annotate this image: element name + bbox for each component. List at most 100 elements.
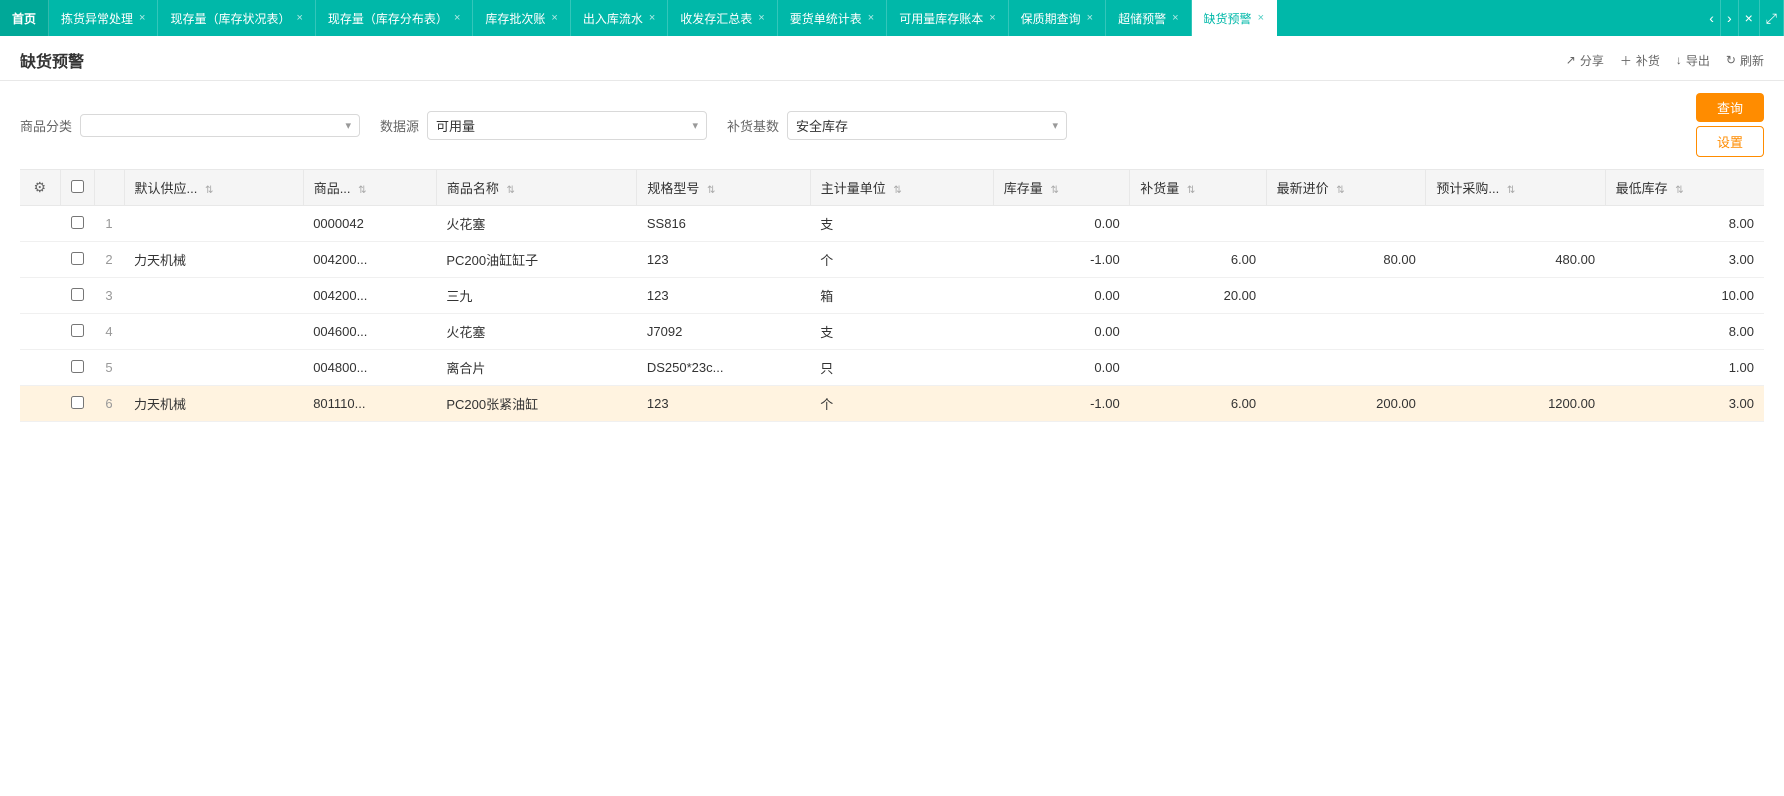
cell-unit-3: 支 [810,314,993,350]
tab-defect-processing[interactable]: 拣货异常处理 × [49,0,158,36]
tab-close-all-btn[interactable]: × [1739,0,1760,36]
row-checkbox-1[interactable] [71,252,84,265]
share-button[interactable]: ↗ 分享 [1566,52,1604,69]
row-checkbox-2[interactable] [71,288,84,301]
tab-prev-btn[interactable]: ‹ [1703,0,1721,36]
cell-checkbox-2[interactable] [60,278,94,314]
settings-button[interactable]: 设置 [1696,126,1764,157]
query-button[interactable]: 查询 [1696,93,1764,122]
close-tab-recv[interactable]: × [758,12,764,24]
tab-batch-account[interactable]: 库存批次账 × [473,0,570,36]
cell-checkbox-0[interactable] [60,206,94,242]
row-checkbox-5[interactable] [71,396,84,409]
filter-bar: 商品分类 ▾ 数据源 可用量 ▾ 补货基数 安全库存 ▾ 查询 设置 [0,81,1784,169]
replenish-button[interactable]: ＋ 补货 [1620,52,1660,69]
cell-product-name-1: PC200油缸缸子 [436,242,637,278]
th-unit: 主计量单位 ⇅ [810,170,993,206]
cell-stock-0: 0.00 [993,206,1129,242]
replenish-base-label: 补货基数 [727,116,779,135]
sort-product-code-icon[interactable]: ⇅ [358,185,366,196]
replenish-base-value: 安全库存 [796,116,848,135]
th-supplier-label: 默认供应... [135,181,198,196]
close-tab-shortage[interactable]: × [1258,12,1264,24]
tab-recv-summary[interactable]: 收发存汇总表 × [668,0,777,36]
row-checkbox-0[interactable] [71,216,84,229]
tab-shortage[interactable]: 缺货预警 × [1192,0,1277,36]
close-tab-inventory-status[interactable]: × [296,12,302,24]
th-latest-price: 最新进价 ⇅ [1266,170,1426,206]
share-icon: ↗ [1566,53,1576,67]
cell-supplier-1: 力天机械 [124,242,303,278]
replenish-base-select[interactable]: 安全库存 ▾ [787,111,1067,140]
close-tab-available[interactable]: × [989,12,995,24]
select-all-checkbox[interactable] [71,180,84,193]
settings-gear-icon[interactable]: ⚙ [33,179,46,196]
replenish-label: 补货 [1636,52,1660,69]
table-row: 3 004200... 三九 123 箱 0.00 20.00 10.00 [20,278,1764,314]
tab-overstock[interactable]: 超储预警 × [1106,0,1191,36]
tab-fullscreen-btn[interactable]: ⤢ [1760,0,1784,36]
cell-settings-5 [20,386,60,422]
sort-est-purchase-icon[interactable]: ⇅ [1507,185,1515,196]
tab-inventory-dist-label: 现存量（库存分布表） [328,10,448,27]
main-content: 缺货预警 ↗ 分享 ＋ 补货 ↓ 导出 ↻ 刷新 商品分类 [0,36,1784,796]
close-tab-order[interactable]: × [868,12,874,24]
cell-product-code-5: 801110... [303,386,436,422]
cell-unit-1: 个 [810,242,993,278]
category-select[interactable]: ▾ [80,114,360,137]
cell-replenish-4 [1130,350,1266,386]
tab-available-ledger[interactable]: 可用量库存账本 × [887,0,1008,36]
th-replenish: 补货量 ⇅ [1130,170,1266,206]
header-actions: ↗ 分享 ＋ 补货 ↓ 导出 ↻ 刷新 [1566,52,1764,69]
cell-product-code-2: 004200... [303,278,436,314]
th-est-purchase-label: 预计采购... [1436,181,1499,196]
cell-replenish-3 [1130,314,1266,350]
sort-spec-icon[interactable]: ⇅ [707,185,715,196]
close-tab-batch[interactable]: × [551,12,557,24]
table-row: 6 力天机械 801110... PC200张紧油缸 123 个 -1.00 6… [20,386,1764,422]
refresh-button[interactable]: ↻ 刷新 [1726,52,1764,69]
tab-next-btn[interactable]: › [1721,0,1739,36]
cell-settings-1 [20,242,60,278]
sort-latest-price-icon[interactable]: ⇅ [1336,185,1344,196]
datasource-value: 可用量 [436,116,475,135]
cell-index-0: 1 [94,206,124,242]
row-checkbox-4[interactable] [71,360,84,373]
cell-checkbox-5[interactable] [60,386,94,422]
close-tab-inventory-dist[interactable]: × [454,12,460,24]
tab-shortage-label: 缺货预警 [1204,10,1252,27]
row-checkbox-3[interactable] [71,324,84,337]
tab-inout-flow[interactable]: 出入库流水 × [571,0,668,36]
tab-inventory-status[interactable]: 现存量（库存状况表） × [158,0,315,36]
data-table: ⚙ 默认供应... ⇅ 商品... ⇅ 商品名称 [20,169,1764,422]
close-tab-expire[interactable]: × [1087,12,1093,24]
close-tab-overstock[interactable]: × [1172,12,1178,24]
th-settings[interactable]: ⚙ [20,170,60,206]
cell-checkbox-3[interactable] [60,314,94,350]
sort-supplier-icon[interactable]: ⇅ [205,185,213,196]
datasource-select[interactable]: 可用量 ▾ [427,111,707,140]
tab-expire-query[interactable]: 保质期查询 × [1009,0,1106,36]
cell-supplier-5: 力天机械 [124,386,303,422]
sort-product-name-icon[interactable]: ⇅ [507,185,515,196]
tab-inventory-dist[interactable]: 现存量（库存分布表） × [316,0,473,36]
cell-replenish-1: 6.00 [1130,242,1266,278]
cell-min-stock-0: 8.00 [1605,206,1764,242]
sort-replenish-icon[interactable]: ⇅ [1187,185,1195,196]
sort-unit-icon[interactable]: ⇅ [893,185,901,196]
tab-home[interactable]: 首页 [0,0,49,36]
close-tab-inout[interactable]: × [649,12,655,24]
tab-order-stats[interactable]: 要货单统计表 × [778,0,887,36]
th-min-stock-label: 最低库存 [1616,181,1668,196]
table-row: 2 力天机械 004200... PC200油缸缸子 123 个 -1.00 6… [20,242,1764,278]
sort-min-stock-icon[interactable]: ⇅ [1675,185,1683,196]
sort-stock-icon[interactable]: ⇅ [1050,185,1058,196]
cell-checkbox-4[interactable] [60,350,94,386]
export-button[interactable]: ↓ 导出 [1676,52,1710,69]
cell-checkbox-1[interactable] [60,242,94,278]
tab-recv-label: 收发存汇总表 [680,10,752,27]
cell-unit-5: 个 [810,386,993,422]
close-tab-defect[interactable]: × [139,12,145,24]
th-index [94,170,124,206]
th-spec-label: 规格型号 [647,181,699,196]
